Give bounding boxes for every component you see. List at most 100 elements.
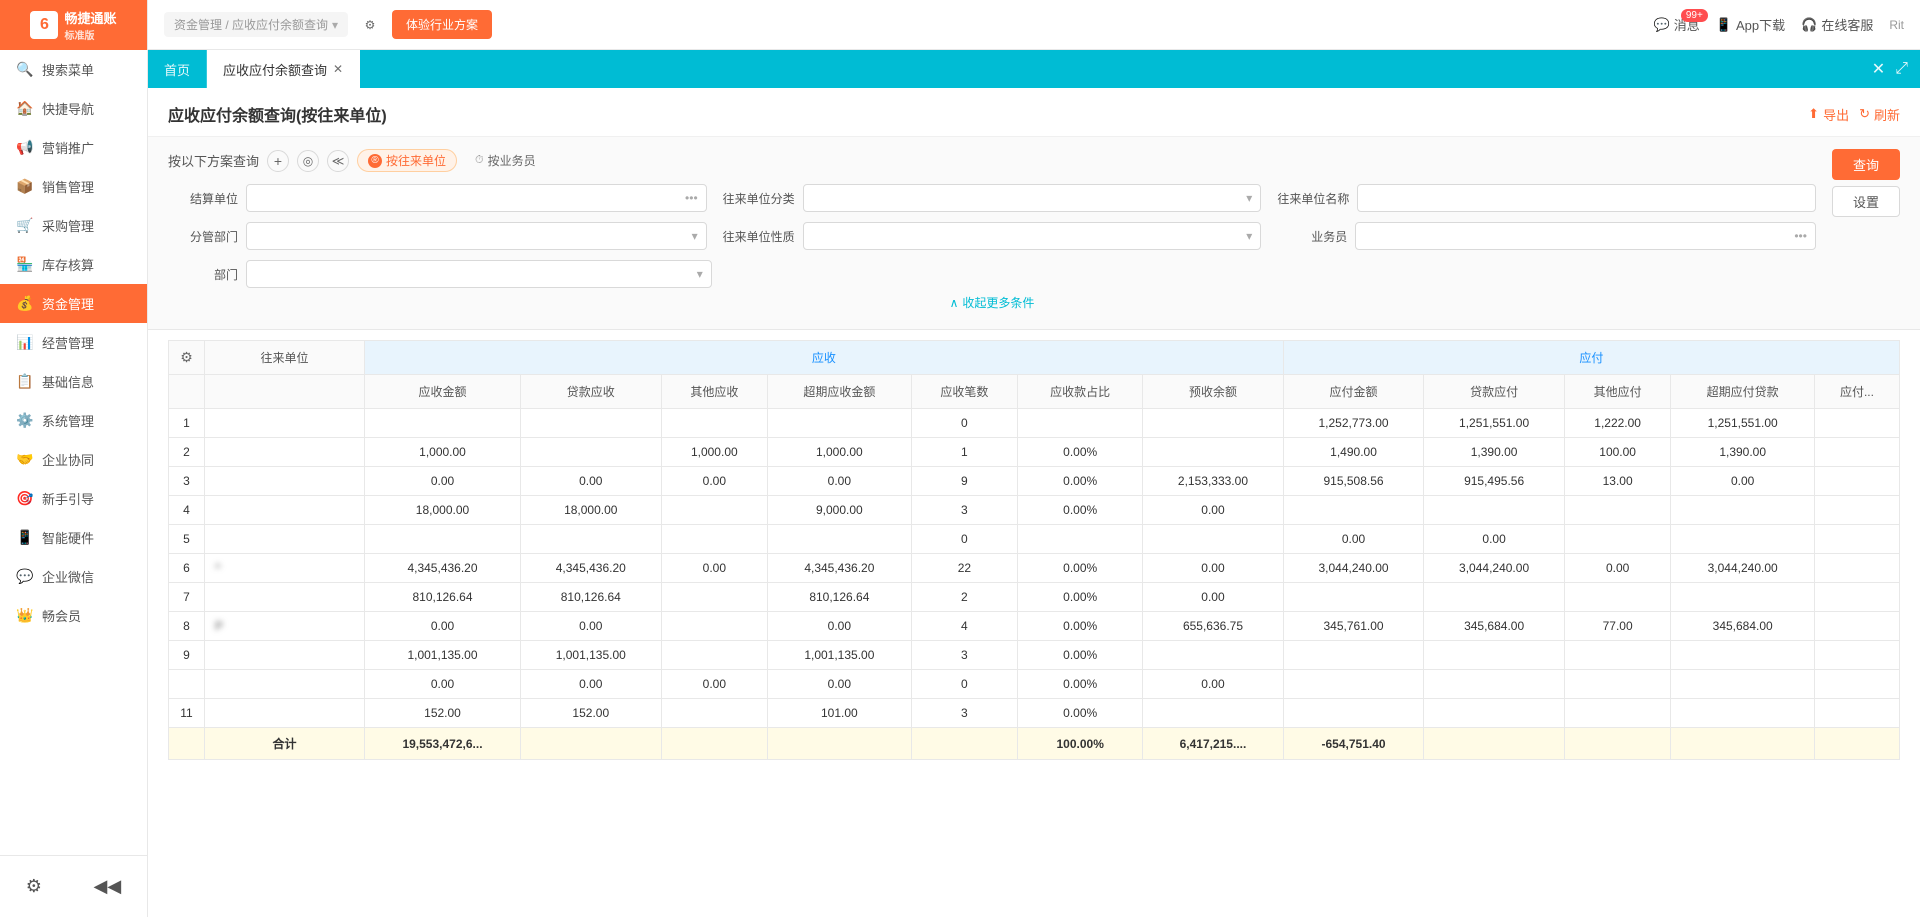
filter-collapse-scheme-btn[interactable]: ≪ [327,150,349,172]
cell-qt-yr[interactable] [661,525,768,554]
cell-qt-yr[interactable]: 1,000.00 [661,438,768,467]
filter-scheme2[interactable]: ⏱ 按业务员 [465,150,546,171]
message-btn[interactable]: 💬 消息 99+ [1654,15,1700,34]
user-name[interactable]: Rit [1889,18,1904,32]
sidebar-item-quicknav[interactable]: 🏠 快捷导航 [0,89,147,128]
cell-dk-yf[interactable] [1424,496,1565,525]
cell-dk-yf[interactable] [1424,583,1565,612]
filter-scheme-btn[interactable]: ◎ [297,150,319,172]
cell-cq-yf[interactable] [1671,699,1815,728]
cell-qt-yr[interactable]: 0.00 [661,554,768,583]
cell-yf-je[interactable]: 1,490.00 [1283,438,1424,467]
refresh-btn[interactable]: ↻ 刷新 [1859,105,1900,124]
cell-qt-yf[interactable]: 77.00 [1564,612,1671,641]
cell-qt-yr[interactable] [661,699,768,728]
cell-cq-yf[interactable]: 1,390.00 [1671,438,1815,467]
cell-cq-yf[interactable] [1671,641,1815,670]
sidebar-item-hardware[interactable]: 📱 智能硬件 [0,518,147,557]
cell-dk-yr[interactable] [521,438,662,467]
sidebar-item-sales[interactable]: 📦 销售管理 [0,167,147,206]
cell-qt-yr[interactable] [661,583,768,612]
sidebar-item-marketing[interactable]: 📢 营销推广 [0,128,147,167]
sidebar-item-basic[interactable]: 📋 基础信息 [0,362,147,401]
sidebar-item-search[interactable]: 🔍 搜索菜单 [0,50,147,89]
cell-yr-je[interactable] [365,525,521,554]
cell-ys-ye[interactable] [1143,438,1284,467]
cell-ys-ye[interactable]: 2,153,333.00 [1143,467,1284,496]
cell-qt-yr[interactable] [661,641,768,670]
cell-qt-yr[interactable]: 0.00 [661,670,768,699]
input-bm[interactable]: ▾ [246,260,712,288]
cell-cq-yf[interactable] [1671,583,1815,612]
input-lwdwxz[interactable]: ▾ [803,222,1262,250]
cell-qt-yf[interactable] [1564,583,1671,612]
cell-qt-yf[interactable]: 1,222.00 [1564,409,1671,438]
settings-btn[interactable]: 设置 [1832,186,1900,217]
input-ywy[interactable]: ••• [1355,222,1816,250]
cell-yr-je[interactable] [365,409,521,438]
trial-btn[interactable]: 体验行业方案 [392,10,492,39]
cell-dk-yr[interactable]: 0.00 [521,612,662,641]
cell-yr-je[interactable]: 0.00 [365,467,521,496]
cell-cq-yf[interactable]: 1,251,551.00 [1671,409,1815,438]
filter-add-btn[interactable]: + [267,150,289,172]
cell-yr-je[interactable]: 4,345,436.20 [365,554,521,583]
cell-cq-yf[interactable] [1671,525,1815,554]
cell-dk-yr[interactable] [521,409,662,438]
cell-qt-yr[interactable]: 0.00 [661,467,768,496]
cell-qt-yf[interactable]: 13.00 [1564,467,1671,496]
cell-cq-yf[interactable]: 3,044,240.00 [1671,554,1815,583]
cell-dk-yr[interactable]: 152.00 [521,699,662,728]
cell-cq-yf[interactable] [1671,496,1815,525]
cell-ys-ye[interactable] [1143,409,1284,438]
sidebar-item-purchase[interactable]: 🛒 采购管理 [0,206,147,245]
cell-yf-je[interactable]: 0.00 [1283,525,1424,554]
tab-close-window-icon[interactable]: ✕ [1872,59,1885,79]
sidebar-collapse-btn[interactable]: ◀◀ [78,868,138,905]
cell-qt-yr[interactable] [661,409,768,438]
input-fgbm[interactable]: ▾ [246,222,707,250]
cell-dk-yf[interactable] [1424,641,1565,670]
cell-dk-yf[interactable]: 345,684.00 [1424,612,1565,641]
cell-qt-yf[interactable] [1564,525,1671,554]
topbar-gear-btn[interactable]: ⚙ [356,11,384,39]
cell-yr-je[interactable]: 1,001,135.00 [365,641,521,670]
cell-cq-yf[interactable]: 345,684.00 [1671,612,1815,641]
cell-yr-je[interactable]: 152.00 [365,699,521,728]
query-btn[interactable]: 查询 [1832,149,1900,180]
cell-yf-je[interactable] [1283,699,1424,728]
filter-scheme-active[interactable]: ® 按往来单位 [357,149,457,172]
cell-ys-ye[interactable]: 0.00 [1143,670,1284,699]
sidebar-item-inventory[interactable]: 🏪 库存核算 [0,245,147,284]
cell-yr-je[interactable]: 810,126.64 [365,583,521,612]
cell-dk-yf[interactable] [1424,699,1565,728]
cell-qt-yf[interactable] [1564,641,1671,670]
cell-yf-je[interactable]: 1,252,773.00 [1283,409,1424,438]
tab-maximize-icon[interactable]: ⤢ [1895,60,1908,78]
sidebar-item-system[interactable]: ⚙️ 系统管理 [0,401,147,440]
cell-ys-ye[interactable]: 655,636.75 [1143,612,1284,641]
tab-close-icon[interactable]: ✕ [333,62,343,76]
sidebar-item-member[interactable]: 👑 畅会员 [0,596,147,635]
cell-qt-yf[interactable]: 100.00 [1564,438,1671,467]
tab-query[interactable]: 应收应付余额查询 ✕ [207,50,360,88]
cell-qt-yr[interactable] [661,612,768,641]
cell-qt-yf[interactable]: 0.00 [1564,554,1671,583]
cell-dk-yf[interactable]: 1,390.00 [1424,438,1565,467]
cell-dk-yf[interactable]: 3,044,240.00 [1424,554,1565,583]
export-btn[interactable]: ⬆ 导出 [1808,105,1849,124]
cell-qt-yf[interactable] [1564,699,1671,728]
cell-yf-je[interactable] [1283,670,1424,699]
input-jsdw[interactable]: ••• [246,184,707,212]
cell-qt-yr[interactable] [661,496,768,525]
collapse-btn[interactable]: ∧ 收起更多条件 [168,288,1816,317]
cell-yr-je[interactable]: 0.00 [365,670,521,699]
cell-qt-yf[interactable] [1564,670,1671,699]
cell-cq-yf[interactable]: 0.00 [1671,467,1815,496]
online-service-btn[interactable]: 🎧 在线客服 [1801,15,1873,34]
cell-dk-yr[interactable]: 4,345,436.20 [521,554,662,583]
tab-home[interactable]: 首页 [148,50,207,88]
cell-dk-yf[interactable] [1424,670,1565,699]
cell-dk-yf[interactable]: 1,251,551.00 [1424,409,1565,438]
cell-ys-ye[interactable]: 0.00 [1143,554,1284,583]
